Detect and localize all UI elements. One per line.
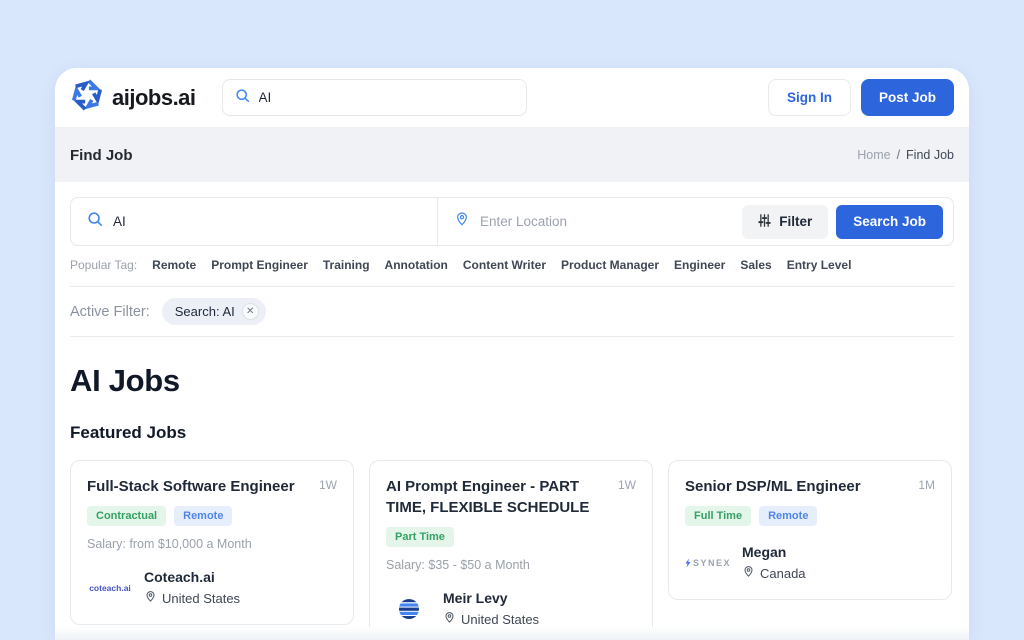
company-location-text: United States xyxy=(461,611,540,627)
popular-tag[interactable]: Engineer xyxy=(674,258,725,272)
keyword-input[interactable] xyxy=(113,214,421,229)
featured-jobs-list: Full-Stack Software Engineer 1W Contract… xyxy=(70,460,954,640)
company-location: United States xyxy=(144,590,240,606)
popular-tags-label: Popular Tag: xyxy=(70,258,138,272)
company-location: Canada xyxy=(742,565,806,581)
company-location-text: Canada xyxy=(760,565,806,581)
active-filter-label: Active Filter: xyxy=(70,303,150,320)
company-info: Megan Canada xyxy=(742,544,806,581)
breadcrumb-home-link[interactable]: Home xyxy=(857,148,890,162)
location-field[interactable] xyxy=(438,198,742,245)
active-filter-row: Active Filter: Search: AI ✕ xyxy=(70,287,954,336)
job-type-badge: Full Time xyxy=(685,506,752,526)
job-card-header: AI Prompt Engineer - PART TIME, FLEXIBLE… xyxy=(386,476,636,518)
pin-icon xyxy=(443,611,456,627)
job-card-header: Senior DSP/ML Engineer 1M xyxy=(685,476,935,497)
job-badges: Full Time Remote xyxy=(685,506,935,526)
job-type-badge: Part Time xyxy=(386,527,454,547)
filter-button-label: Filter xyxy=(779,214,813,229)
breadcrumb-current: Find Job xyxy=(906,148,954,162)
job-type-badge: Remote xyxy=(174,506,233,526)
job-title: AI Prompt Engineer - PART TIME, FLEXIBLE… xyxy=(386,478,590,516)
footer-edge xyxy=(55,627,969,640)
job-posted-age: 1M xyxy=(918,478,935,492)
company-info: Coteach.ai United States xyxy=(144,569,240,606)
popular-tags-list: Remote Prompt Engineer Training Annotation C… xyxy=(152,258,851,272)
chip-close-icon[interactable]: ✕ xyxy=(241,303,259,320)
search-icon xyxy=(235,88,250,108)
popular-tag[interactable]: Entry Level xyxy=(787,258,852,272)
active-filter-chip-label: Search: AI xyxy=(174,304,235,319)
header-search-input[interactable] xyxy=(258,90,514,105)
popular-tag[interactable]: Remote xyxy=(152,258,196,272)
page-section-title: Find Job xyxy=(70,146,133,164)
popular-tags-row: Popular Tag: Remote Prompt Engineer Traini… xyxy=(70,258,954,272)
job-badges: Part Time xyxy=(386,527,636,547)
pin-icon xyxy=(144,590,157,606)
site-logo-text: aijobs.ai xyxy=(112,84,196,110)
job-title: Senior DSP/ML Engineer xyxy=(685,478,861,495)
post-job-button[interactable]: Post Job xyxy=(860,79,954,116)
company-row: Meir Levy United States xyxy=(386,590,636,627)
pin-icon xyxy=(742,565,755,581)
popular-tag[interactable]: Training xyxy=(323,258,370,272)
header-actions: Sign In Post Job xyxy=(767,79,954,116)
breadcrumb: Home / Find Job xyxy=(857,148,954,162)
job-card[interactable]: Senior DSP/ML Engineer 1M Full Time Remot… xyxy=(668,460,952,600)
breadcrumb-bar: Find Job Home / Find Job xyxy=(55,128,969,182)
company-location: United States xyxy=(443,611,539,627)
search-icon xyxy=(87,211,103,232)
job-badges: Contractual Remote xyxy=(87,506,337,526)
search-job-button[interactable]: Search Job xyxy=(836,204,943,239)
bolt-icon xyxy=(685,558,691,567)
company-logo: SYNEX xyxy=(685,555,731,571)
company-name: Coteach.ai xyxy=(144,569,215,585)
job-search-panel: Filter Search Job xyxy=(70,197,954,246)
main-window: aijobs.ai Sign In Post Job Find Job Home… xyxy=(55,68,969,640)
keyword-field[interactable] xyxy=(71,198,438,245)
job-salary: Salary: $35 - $50 a Month xyxy=(386,558,530,572)
divider xyxy=(70,336,954,337)
popular-tag[interactable]: Content Writer xyxy=(463,258,546,272)
job-card-header: Full-Stack Software Engineer 1W xyxy=(87,476,337,497)
job-salary: Salary: from $10,000 a Month xyxy=(87,537,252,551)
breadcrumb-separator: / xyxy=(896,148,901,162)
company-logo: coteach.ai xyxy=(87,583,133,593)
active-filter-chip: Search: AI ✕ xyxy=(161,298,266,325)
job-posted-age: 1W xyxy=(319,478,337,492)
company-info: Meir Levy United States xyxy=(443,590,539,627)
job-posted-age: 1W xyxy=(618,478,636,492)
company-name: Megan xyxy=(742,544,787,560)
site-logo[interactable]: aijobs.ai xyxy=(70,78,196,117)
striped-globe-icon xyxy=(399,598,419,619)
pinwheel-logo-icon xyxy=(70,78,104,117)
header: aijobs.ai Sign In Post Job xyxy=(55,68,969,128)
location-input[interactable] xyxy=(480,214,727,229)
page-title: AI Jobs xyxy=(70,363,180,398)
popular-tag[interactable]: Prompt Engineer xyxy=(211,258,308,272)
company-name: Meir Levy xyxy=(443,590,508,606)
job-type-badge: Remote xyxy=(759,506,818,526)
job-title: Full-Stack Software Engineer xyxy=(87,478,295,495)
filter-button[interactable]: Filter xyxy=(742,204,829,239)
content-area: Filter Search Job Popular Tag: Remote Pro… xyxy=(55,197,969,640)
location-pin-icon xyxy=(454,211,470,232)
popular-tag[interactable]: Product Manager xyxy=(561,258,659,272)
popular-tag[interactable]: Annotation xyxy=(385,258,448,272)
sign-in-button[interactable]: Sign In xyxy=(767,79,851,116)
company-row: SYNEX Megan Canada xyxy=(685,544,935,581)
coteach-wordmark-logo: coteach.ai xyxy=(89,582,131,593)
company-location-text: United States xyxy=(162,590,241,606)
job-card[interactable]: AI Prompt Engineer - PART TIME, FLEXIBLE… xyxy=(369,460,653,640)
featured-jobs-title: Featured Jobs xyxy=(70,423,187,442)
header-search-box[interactable] xyxy=(221,79,527,116)
job-card[interactable]: Full-Stack Software Engineer 1W Contract… xyxy=(70,460,354,625)
company-logo xyxy=(386,597,432,621)
popular-tag[interactable]: Sales xyxy=(740,258,771,272)
job-type-badge: Contractual xyxy=(87,506,167,526)
company-row: coteach.ai Coteach.ai United States xyxy=(87,569,337,606)
sliders-icon xyxy=(758,213,771,230)
synex-wordmark-logo: SYNEX xyxy=(692,557,731,568)
